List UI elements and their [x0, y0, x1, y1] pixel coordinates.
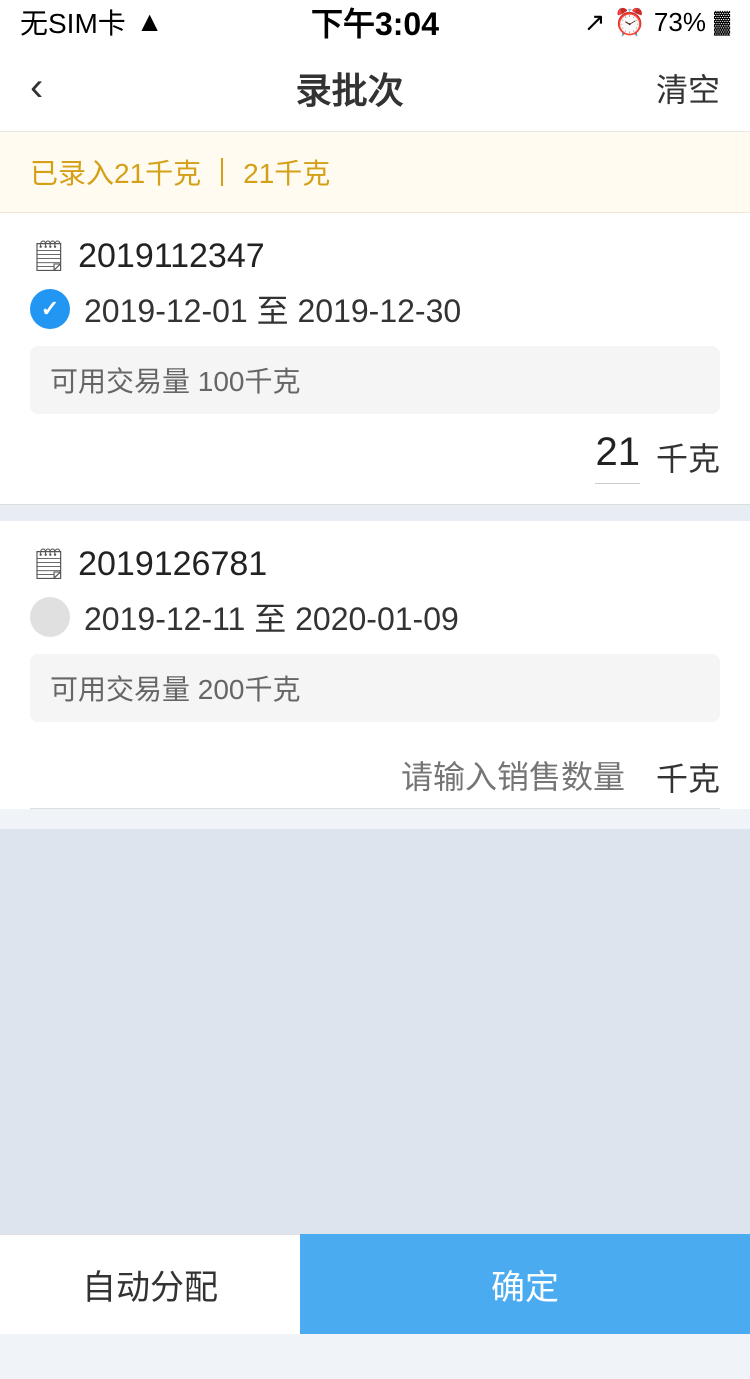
batch-header-2: 🗒 2019126781 — [0, 521, 750, 594]
back-button[interactable]: ‹ — [30, 65, 43, 110]
location-icon: ↗ — [584, 7, 606, 38]
batch-card-2: 🗒 2019126781 2019-12-11 至 2020-01-09 可用交… — [0, 521, 750, 809]
confirm-button[interactable]: 确定 — [300, 1234, 750, 1334]
clear-button[interactable]: 清空 — [656, 65, 720, 111]
quantity-unit-1: 千克 — [656, 434, 720, 480]
input-row-2: 千克 — [0, 738, 750, 808]
time-label: 下午3:04 — [311, 0, 439, 45]
batch-header-1: 🗒 2019112347 — [0, 213, 750, 286]
gray-area — [0, 829, 750, 1279]
batch-icon-1: 🗒 — [30, 239, 68, 274]
batch-date-2: 2019-12-11 至 2020-01-09 — [84, 594, 459, 640]
batch-card-1: 🗒 2019112347 2019-12-01 至 2019-12-30 可用交… — [0, 213, 750, 505]
summary-divider — [221, 158, 223, 186]
section-separator — [0, 505, 750, 521]
unit-label-2: 千克 — [656, 754, 720, 800]
batch-date-row-2[interactable]: 2019-12-11 至 2020-01-09 — [0, 594, 750, 654]
summary-value: 21千克 — [243, 152, 330, 192]
bottom-bar: 自动分配 确定 — [0, 1234, 750, 1334]
status-bar: 无SIM卡 ▲ 下午3:04 ↗ ⏰ 73% ▓ — [0, 0, 750, 44]
alarm-icon: ⏰ — [614, 7, 646, 38]
radio-selected-1[interactable] — [30, 289, 70, 329]
batch-id-2: 2019126781 — [78, 545, 267, 584]
nav-bar: ‹ 录批次 清空 — [0, 44, 750, 132]
input-underline-2 — [30, 808, 720, 809]
wifi-icon: ▲ — [136, 6, 164, 38]
batch-id-1: 2019112347 — [78, 237, 265, 276]
quantity-underline-1: 21 — [595, 430, 640, 484]
battery-label: 73% — [654, 7, 706, 38]
page-title: 录批次 — [296, 62, 404, 114]
quantity-input-wrapper-1: 21 千克 — [0, 430, 750, 505]
carrier-label: 无SIM卡 — [20, 2, 126, 42]
sale-quantity-input[interactable] — [30, 759, 640, 796]
batch-date-row-1[interactable]: 2019-12-01 至 2019-12-30 — [0, 286, 750, 346]
batch-date-1: 2019-12-01 至 2019-12-30 — [84, 286, 461, 332]
recorded-label: 已录入21千克 — [30, 152, 201, 192]
quantity-value-1[interactable]: 21 — [595, 430, 640, 475]
radio-unselected-2[interactable] — [30, 597, 70, 637]
auto-distribute-button[interactable]: 自动分配 — [0, 1234, 300, 1334]
batch-avail-2: 可用交易量 200千克 — [30, 654, 720, 722]
battery-icon: ▓ — [714, 9, 730, 35]
batch-icon-2: 🗒 — [30, 547, 68, 582]
summary-banner: 已录入21千克 21千克 — [0, 132, 750, 213]
batch-avail-1: 可用交易量 100千克 — [30, 346, 720, 414]
